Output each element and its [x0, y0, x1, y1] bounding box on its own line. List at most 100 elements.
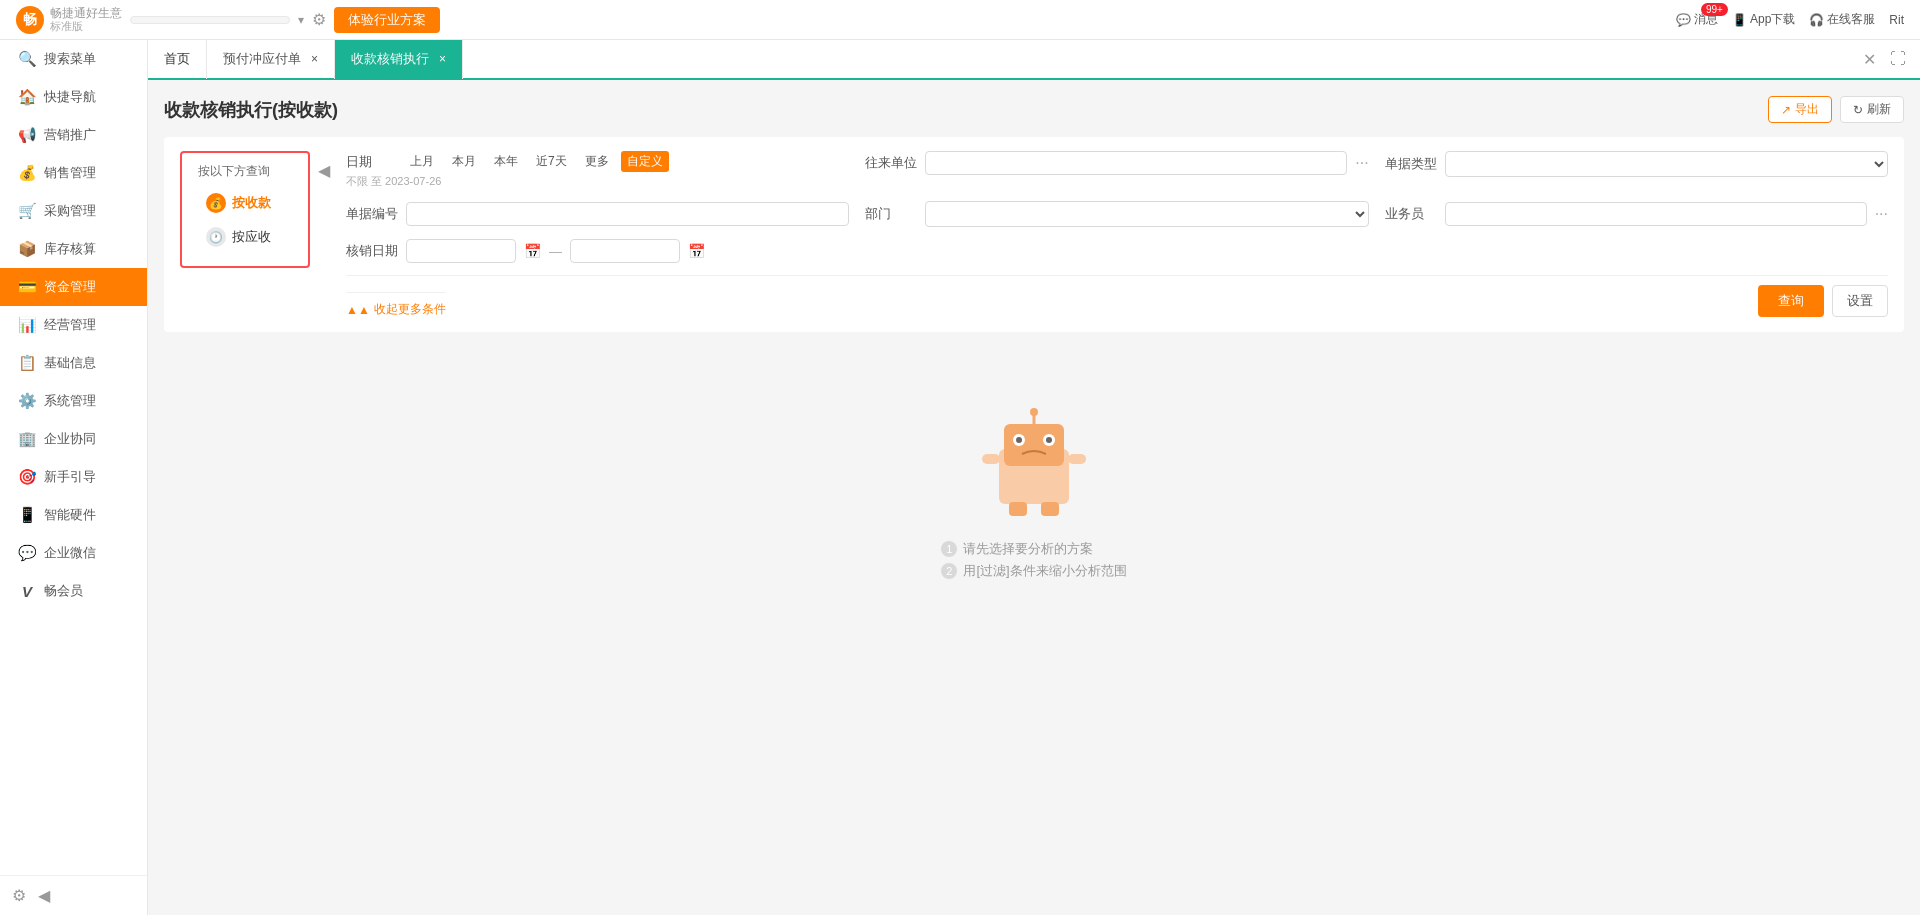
date-btn-this-month[interactable]: 本月 — [446, 151, 482, 172]
date-btn-more[interactable]: 更多 — [579, 151, 615, 172]
empty-hint-1: 1 请先选择要分析的方案 — [941, 540, 1126, 558]
salesperson-label: 业务员 — [1385, 205, 1437, 223]
filter-section: 按以下方查询 💰 按收款 🕐 按应收 ◀ — [164, 137, 1904, 332]
service-label: 在线客服 — [1827, 11, 1875, 28]
hint-text-1: 请先选择要分析的方案 — [963, 540, 1093, 558]
query-btn[interactable]: 查询 — [1758, 285, 1824, 317]
settings-icon[interactable]: ⚙ — [12, 886, 26, 905]
filter-option-by-receipt[interactable]: 💰 按收款 — [198, 188, 292, 218]
sidebar-item-purchase[interactable]: 🛒 采购管理 — [0, 192, 147, 230]
refresh-btn[interactable]: ↻ 刷新 — [1840, 96, 1904, 123]
sidebar-item-operation[interactable]: 📊 经营管理 — [0, 306, 147, 344]
export-btn[interactable]: ↗ 导出 — [1768, 96, 1832, 123]
sidebar-label-sales: 销售管理 — [44, 164, 96, 182]
sidebar-item-wechat[interactable]: 💬 企业微信 — [0, 534, 147, 572]
receivable-option-label: 按应收 — [232, 228, 271, 246]
salesperson-dots[interactable]: ··· — [1875, 205, 1888, 223]
sidebar-label-quick-nav: 快捷导航 — [44, 88, 96, 106]
writeoff-date-end[interactable]: 2023-07-21 — [570, 239, 680, 263]
search-icon: 🔍 — [18, 50, 36, 68]
close-tab-btn[interactable]: ✕ — [1857, 46, 1882, 73]
receipt-icon: 💰 — [206, 193, 226, 213]
tab-prepay-close[interactable]: × — [311, 52, 318, 66]
collapse-sidebar-icon[interactable]: ◀ — [38, 886, 50, 905]
date-btn-last-month[interactable]: 上月 — [404, 151, 440, 172]
app-label: App下载 — [1750, 11, 1795, 28]
filter-options-panel: 按以下方查询 💰 按收款 🕐 按应收 — [180, 151, 310, 268]
message-btn[interactable]: 💬 消息 99+ — [1676, 11, 1718, 28]
tab-receipt-writeoff-close[interactable]: × — [439, 52, 446, 66]
expand-tab-btn[interactable]: ⛶ — [1884, 46, 1912, 72]
setting-btn[interactable]: 设置 — [1832, 285, 1888, 317]
wechat-icon: 💬 — [18, 544, 36, 562]
date-range-note: 不限 至 2023-07-26 — [346, 174, 849, 189]
date-btn-this-year[interactable]: 本年 — [488, 151, 524, 172]
user-info[interactable]: Rit — [1889, 13, 1904, 27]
page-actions: ↗ 导出 ↻ 刷新 — [1768, 96, 1904, 123]
tab-prepay[interactable]: 预付冲应付单 × — [207, 40, 335, 79]
app-download-btn[interactable]: 📱 App下载 — [1732, 11, 1795, 28]
writeoff-date-label: 核销日期 — [346, 242, 398, 260]
partner-filter-group: 往来单位 ··· — [865, 151, 1368, 175]
headset-icon: 🎧 — [1809, 13, 1824, 27]
tab-home[interactable]: 首页 — [148, 40, 207, 79]
partner-label: 往来单位 — [865, 154, 917, 172]
service-btn[interactable]: 🎧 在线客服 — [1809, 11, 1875, 28]
svg-point-4 — [1016, 437, 1022, 443]
inventory-icon: 📦 — [18, 240, 36, 258]
sidebar-item-basic-info[interactable]: 📋 基础信息 — [0, 344, 147, 382]
tab-bar-actions: ✕ ⛶ — [1857, 46, 1920, 73]
top-bar: 畅 畅捷通好生意 标准版 ▾ ⚙ 体验行业方案 💬 消息 99+ 📱 App下载… — [0, 0, 1920, 40]
doc-type-select[interactable] — [1445, 151, 1888, 177]
salesperson-input[interactable] — [1445, 202, 1867, 226]
username: Rit — [1889, 13, 1904, 27]
page-content: 收款核销执行(按收款) ↗ 导出 ↻ 刷新 按以下方 — [148, 80, 1920, 915]
sidebar-item-funds[interactable]: 💳 资金管理 — [0, 268, 147, 306]
collapse-more-btn[interactable]: ▲▲ 收起更多条件 — [346, 292, 446, 318]
calendar-end-icon[interactable]: 📅 — [688, 243, 705, 259]
gear-icon[interactable]: ⚙ — [312, 10, 326, 29]
tab-receipt-writeoff[interactable]: 收款核销执行 × — [335, 40, 463, 79]
funds-icon: 💳 — [18, 278, 36, 296]
sidebar-label-marketing: 营销推广 — [44, 126, 96, 144]
department-select[interactable] — [925, 201, 1368, 227]
sidebar-item-guide[interactable]: 🎯 新手引导 — [0, 458, 147, 496]
hint-num-1: 1 — [941, 541, 957, 557]
sidebar-label-enterprise: 企业协同 — [44, 430, 96, 448]
sidebar-item-quick-nav[interactable]: 🏠 快捷导航 — [0, 78, 147, 116]
svg-rect-8 — [982, 454, 1000, 464]
collapse-left-btn[interactable]: ◀ — [314, 157, 334, 184]
sidebar-label-wechat: 企业微信 — [44, 544, 96, 562]
enterprise-icon: 🏢 — [18, 430, 36, 448]
svg-rect-11 — [1041, 502, 1059, 516]
sidebar-item-system[interactable]: ⚙️ 系统管理 — [0, 382, 147, 420]
date-btn-custom[interactable]: 自定义 — [621, 151, 669, 172]
doc-number-input[interactable] — [406, 202, 849, 226]
top-search-display[interactable] — [130, 16, 290, 24]
main-layout: 🔍 搜索菜单 🏠 快捷导航 📢 营销推广 💰 销售管理 🛒 采购管理 📦 库存核… — [0, 40, 1920, 915]
sidebar-item-hardware[interactable]: 📱 智能硬件 — [0, 496, 147, 534]
message-icon: 💬 — [1676, 13, 1691, 27]
top-bar-center: ▾ ⚙ 体验行业方案 — [130, 7, 1668, 33]
collapse-more-icon: ▲▲ — [346, 303, 370, 317]
receivable-icon: 🕐 — [206, 227, 226, 247]
sidebar-item-member[interactable]: V 畅会员 — [0, 572, 147, 610]
svg-rect-10 — [1009, 502, 1027, 516]
marketing-icon: 📢 — [18, 126, 36, 144]
sidebar-item-search[interactable]: 🔍 搜索菜单 — [0, 40, 147, 78]
filter-option-by-receivable[interactable]: 🕐 按应收 — [198, 222, 292, 252]
sidebar-item-marketing[interactable]: 📢 营销推广 — [0, 116, 147, 154]
writeoff-date-start[interactable]: 2023-03-01 — [406, 239, 516, 263]
top-search-caret[interactable]: ▾ — [298, 13, 304, 27]
date-btn-last-7[interactable]: 近7天 — [530, 151, 573, 172]
partner-dots[interactable]: ··· — [1355, 154, 1368, 172]
sidebar-label-guide: 新手引导 — [44, 468, 96, 486]
sidebar-item-enterprise[interactable]: 🏢 企业协同 — [0, 420, 147, 458]
tab-receipt-writeoff-label: 收款核销执行 — [351, 50, 429, 68]
calendar-start-icon[interactable]: 📅 — [524, 243, 541, 259]
sidebar-item-inventory[interactable]: 📦 库存核算 — [0, 230, 147, 268]
sidebar-item-sales[interactable]: 💰 销售管理 — [0, 154, 147, 192]
partner-input[interactable] — [925, 151, 1347, 175]
industry-btn[interactable]: 体验行业方案 — [334, 7, 440, 33]
empty-hints: 1 请先选择要分析的方案 2 用[过滤]条件来缩小分析范围 — [941, 540, 1126, 584]
